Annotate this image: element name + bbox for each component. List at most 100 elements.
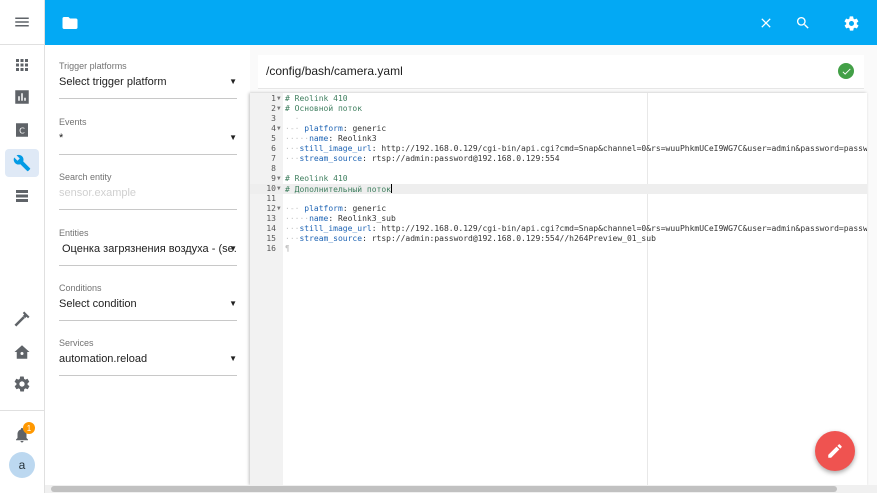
avatar[interactable]: a xyxy=(9,452,35,478)
line-number: 4 xyxy=(271,124,276,133)
search-entity-field[interactable]: Search entity sensor.example xyxy=(59,171,237,210)
code-text: ···still_image_url: http://192.168.0.129… xyxy=(285,144,867,153)
events-value: * xyxy=(59,132,64,144)
search-entity-input[interactable]: sensor.example xyxy=(59,183,237,203)
search-button[interactable] xyxy=(792,12,814,34)
line-number: 9 xyxy=(271,174,276,183)
code-text: ···still_image_url: http://192.168.0.129… xyxy=(285,224,867,233)
code-text: # Reolink 410 xyxy=(285,174,348,183)
code-text: ···stream_source: rtsp://admin:password@… xyxy=(285,154,560,163)
fold-arrow-icon[interactable]: ▼ xyxy=(277,104,281,114)
line-number: 1 xyxy=(271,94,276,103)
server-icon xyxy=(16,190,28,202)
sidebar-item-history[interactable] xyxy=(5,83,39,111)
apps-grid-icon xyxy=(16,59,28,71)
conditions-value: Select condition xyxy=(59,298,137,310)
code-line[interactable]: 10 ▼ # Дополнительный поток xyxy=(250,184,867,194)
app-header xyxy=(45,0,877,45)
close-button[interactable] xyxy=(755,12,777,34)
sidebar-item-developer-tools[interactable] xyxy=(5,149,39,177)
code-line[interactable]: 6 ···still_image_url: http://192.168.0.12… xyxy=(250,144,867,154)
saved-check-icon xyxy=(838,63,854,79)
settings-icon xyxy=(844,15,858,31)
scrollbar-thumb[interactable] xyxy=(51,486,837,492)
line-number: 2 xyxy=(271,104,276,113)
entities-value: Оценка загрязнения воздуха - (se... xyxy=(62,243,237,255)
entities-select[interactable]: Entities Оценка загрязнения воздуха - (s… xyxy=(59,227,237,266)
sidebar-item-ide[interactable] xyxy=(5,182,39,210)
dropdown-arrow-icon: ▼ xyxy=(229,77,237,86)
menu-button[interactable] xyxy=(5,8,39,36)
code-line[interactable]: 13 ·····name: Reolink3_sub xyxy=(250,214,867,224)
sidebar-item-tools[interactable] xyxy=(5,305,39,333)
file-path: /config/bash/camera.yaml xyxy=(266,64,403,78)
c-box-icon: C xyxy=(16,123,28,137)
fold-arrow-icon[interactable]: ▼ xyxy=(277,184,281,194)
close-icon xyxy=(761,18,771,28)
svg-text:C: C xyxy=(19,125,25,135)
line-number: 6 xyxy=(271,144,276,153)
trigger-platform-value: Select trigger platform xyxy=(59,76,167,88)
code-line[interactable]: 12 ▼ ·-· platform: generic xyxy=(250,204,867,214)
code-text: ···stream_source: rtsp://admin:password@… xyxy=(285,234,656,243)
notifications-button[interactable]: 1 xyxy=(5,421,39,449)
conditions-label: Conditions xyxy=(59,283,102,293)
line-number: 10 xyxy=(266,184,276,193)
sidebar-item-overview[interactable] xyxy=(5,51,39,79)
code-line[interactable]: 2 ▼ # Основной поток xyxy=(250,104,867,114)
code-line[interactable]: 7 ···stream_source: rtsp://admin:password… xyxy=(250,154,867,164)
events-select[interactable]: Events * ▼ xyxy=(59,116,237,155)
sidebar-item-configurator[interactable]: C xyxy=(5,116,39,144)
code-line[interactable]: 3 · xyxy=(250,114,867,124)
code-line[interactable]: 8 xyxy=(250,164,867,174)
fold-arrow-icon[interactable]: ▼ xyxy=(277,94,281,104)
conditions-select[interactable]: Conditions Select condition ▼ xyxy=(59,282,237,321)
edit-fab-button[interactable] xyxy=(815,431,855,471)
services-label: Services xyxy=(59,338,94,348)
code-line[interactable]: 11 xyxy=(250,194,867,204)
code-line[interactable]: 4 ▼ ·-· platform: generic xyxy=(250,124,867,134)
code-text: ·-· platform: generic xyxy=(285,124,387,133)
folder-icon xyxy=(62,17,78,29)
code-line[interactable]: 5 ·····name: Reolink3 xyxy=(250,134,867,144)
settings-button[interactable] xyxy=(840,12,862,34)
line-number: 11 xyxy=(266,194,276,203)
fold-arrow-icon[interactable]: ▼ xyxy=(277,124,281,134)
home-assistant-icon xyxy=(14,345,30,359)
trigger-platform-label: Trigger platforms xyxy=(59,61,127,71)
entities-label: Entities xyxy=(59,228,89,238)
line-number: 13 xyxy=(266,214,276,223)
code-line[interactable]: 1 ▼ # Reolink 410 xyxy=(250,94,867,104)
hamburger-icon xyxy=(15,17,29,27)
code-editor[interactable]: 1 ▼ # Reolink 410 2 ▼ # Основной поток 3 · 4 ▼ ·-… xyxy=(250,93,867,485)
fold-arrow-icon[interactable]: ▼ xyxy=(277,174,281,184)
code-text: · xyxy=(285,114,300,123)
events-label: Events xyxy=(59,117,87,127)
sidebar-item-supervisor[interactable] xyxy=(5,338,39,366)
code-line[interactable]: 14 ···still_image_url: http://192.168.0.1… xyxy=(250,224,867,234)
code-line[interactable]: 16 ¶ xyxy=(250,244,867,254)
code-text: ·····name: Reolink3_sub xyxy=(285,214,396,223)
fold-arrow-icon[interactable]: ▼ xyxy=(277,204,281,214)
open-file-button[interactable] xyxy=(59,12,81,34)
wrench-icon xyxy=(13,154,31,172)
services-select[interactable]: Services automation.reload ▼ xyxy=(59,337,237,376)
search-entity-label: Search entity xyxy=(59,172,112,182)
gear-icon xyxy=(14,376,30,392)
trigger-platform-select[interactable]: Trigger platforms Select trigger platfor… xyxy=(59,60,237,99)
notification-count-badge: 1 xyxy=(23,422,35,434)
line-number: 14 xyxy=(266,224,276,233)
horizontal-scrollbar[interactable] xyxy=(45,485,877,493)
line-number: 5 xyxy=(271,134,276,143)
sidebar-item-settings[interactable] xyxy=(5,370,39,398)
hammer-icon xyxy=(14,311,30,327)
sidebar: C 1 a xyxy=(0,0,45,493)
line-number: 12 xyxy=(266,204,276,213)
code-line[interactable]: 9 ▼ # Reolink 410 xyxy=(250,174,867,184)
code-text: ·-· platform: generic xyxy=(285,204,387,213)
file-path-bar: /config/bash/camera.yaml xyxy=(258,55,864,89)
line-number: 8 xyxy=(271,164,276,173)
code-line[interactable]: 15 ···stream_source: rtsp://admin:passwor… xyxy=(250,234,867,244)
search-icon xyxy=(797,17,809,29)
line-number: 15 xyxy=(266,234,276,243)
